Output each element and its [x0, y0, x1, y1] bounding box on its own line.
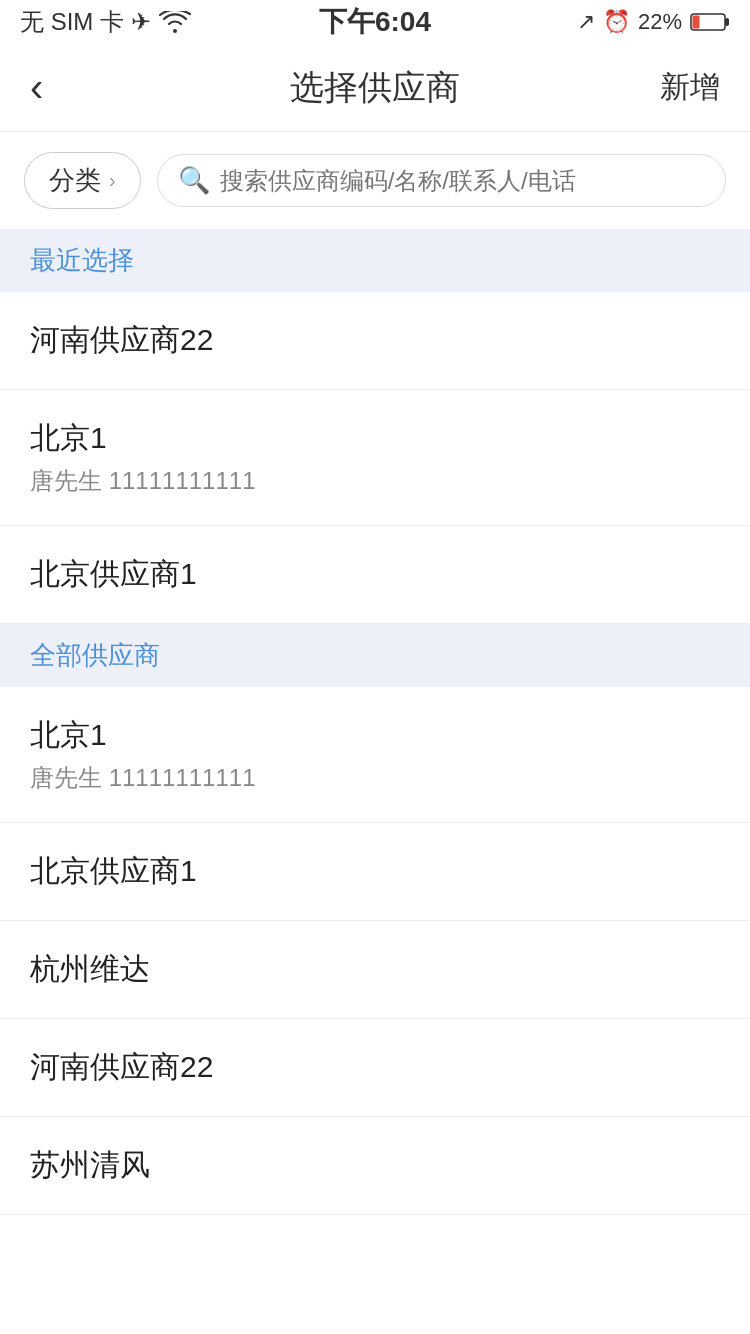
- search-input[interactable]: [220, 167, 705, 195]
- list-item[interactable]: 北京供应商1: [0, 823, 750, 921]
- item-sub: 唐先生 11111111111: [30, 465, 720, 497]
- status-left: 无 SIM 卡 ✈: [20, 6, 191, 38]
- svg-rect-2: [693, 16, 700, 29]
- list-item[interactable]: 杭州维达: [0, 921, 750, 1019]
- item-name: 河南供应商22: [30, 320, 720, 361]
- battery-level: 22%: [638, 9, 682, 35]
- add-button[interactable]: 新增: [660, 67, 720, 108]
- svg-rect-1: [725, 18, 729, 26]
- item-name: 杭州维达: [30, 949, 720, 990]
- list-item[interactable]: 北京1 唐先生 11111111111: [0, 390, 750, 526]
- status-bar: 无 SIM 卡 ✈ 下午6:04 ↗ ⏰ 22%: [0, 0, 750, 44]
- category-label: 分类: [49, 163, 101, 198]
- item-name: 北京1: [30, 418, 720, 459]
- item-name: 苏州清风: [30, 1145, 720, 1186]
- nav-bar: ‹ 选择供应商 新增: [0, 44, 750, 132]
- back-button[interactable]: ‹: [30, 65, 43, 110]
- wifi-icon: [159, 11, 191, 33]
- item-sub: 唐先生 11111111111: [30, 762, 720, 794]
- item-name: 北京供应商1: [30, 851, 720, 892]
- filter-bar: 分类 › 🔍: [0, 132, 750, 229]
- alarm-icon: ⏰: [603, 9, 630, 35]
- search-icon: 🔍: [178, 165, 210, 196]
- category-button[interactable]: 分类 ›: [24, 152, 141, 209]
- sections-container: 最近选择河南供应商22 北京1 唐先生 11111111111 北京供应商1 全部供应商…: [0, 229, 750, 1215]
- item-name: 北京1: [30, 715, 720, 756]
- section-header-label-recent: 最近选择: [30, 245, 134, 275]
- page-title: 选择供应商: [290, 65, 460, 111]
- section-header-all: 全部供应商: [0, 624, 750, 687]
- chevron-icon: ›: [109, 169, 116, 192]
- status-right: ↗ ⏰ 22%: [577, 9, 730, 35]
- list-item[interactable]: 河南供应商22: [0, 1019, 750, 1117]
- section-header-label-all: 全部供应商: [30, 640, 160, 670]
- list-item[interactable]: 河南供应商22: [0, 292, 750, 390]
- status-time: 下午6:04: [319, 3, 431, 41]
- section-header-recent: 最近选择: [0, 229, 750, 292]
- list-item[interactable]: 苏州清风: [0, 1117, 750, 1215]
- sim-status: 无 SIM 卡 ✈: [20, 6, 151, 38]
- item-name: 河南供应商22: [30, 1047, 720, 1088]
- search-box[interactable]: 🔍: [157, 154, 726, 207]
- location-icon: ↗: [577, 9, 595, 35]
- list-item[interactable]: 北京1 唐先生 11111111111: [0, 687, 750, 823]
- list-item[interactable]: 北京供应商1: [0, 526, 750, 624]
- item-name: 北京供应商1: [30, 554, 720, 595]
- battery-icon: [690, 11, 730, 33]
